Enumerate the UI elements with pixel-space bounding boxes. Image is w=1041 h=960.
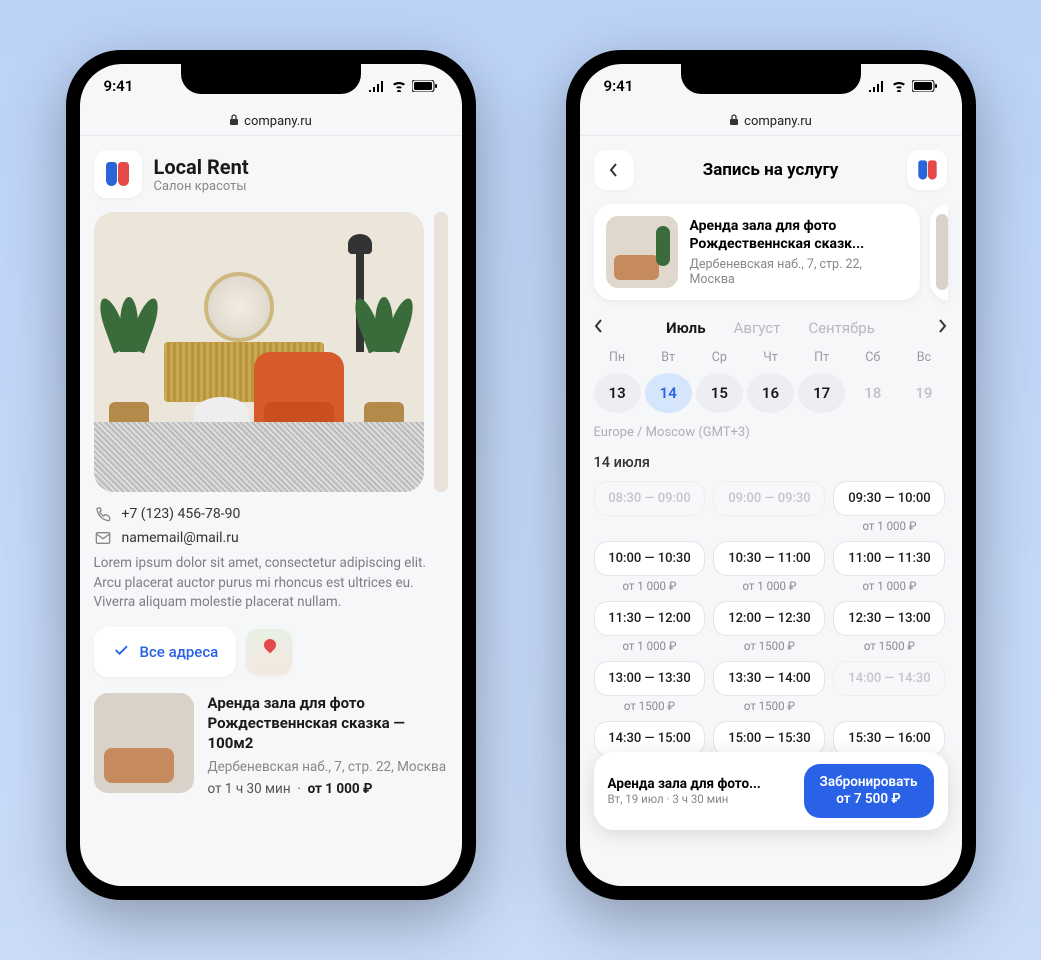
timeslot: 09:00 — 09:30	[713, 481, 825, 533]
timeslot[interactable]: 10:00 — 10:30от 1 000 ₽	[594, 541, 706, 593]
service-card-next[interactable]	[930, 204, 948, 300]
timeslot[interactable]: 14:30 — 15:00	[594, 721, 706, 756]
day-17[interactable]: 17	[798, 373, 845, 413]
company-header: Local Rent Салон красоты	[94, 150, 448, 198]
hero-image-next[interactable]	[434, 212, 448, 492]
month-2[interactable]: Сентябрь	[808, 319, 875, 337]
lock-icon	[229, 114, 239, 130]
listing-image	[94, 693, 194, 793]
service-card-image	[606, 216, 678, 288]
day-15[interactable]: 15	[696, 373, 743, 413]
timeslot[interactable]: 12:30 — 13:00от 1500 ₽	[833, 601, 945, 653]
listing-meta: от 1 ч 30 мин · от 1 000 ₽	[208, 781, 448, 797]
timeslot[interactable]: 10:30 — 11:00от 1 000 ₽	[713, 541, 825, 593]
booking-subtitle: Вт, 19 июл · 3 ч 30 мин	[608, 792, 761, 806]
map-thumbnail[interactable]	[246, 629, 292, 675]
email-row[interactable]: namemail@mail.ru	[94, 530, 448, 546]
timeslot[interactable]: 13:30 — 14:00от 1500 ₽	[713, 661, 825, 713]
phone-row[interactable]: +7 (123) 456-78-90	[94, 506, 448, 522]
status-icons	[368, 80, 438, 92]
timeslot[interactable]: 11:00 — 11:30от 1 000 ₽	[833, 541, 945, 593]
all-addresses-button[interactable]: Все адреса	[94, 627, 237, 677]
month-1[interactable]: Август	[734, 319, 781, 337]
selected-date-label: 14 июля	[594, 454, 948, 471]
status-icons	[868, 80, 938, 92]
day-14-selected[interactable]: 14	[645, 373, 692, 413]
day-13[interactable]: 13	[594, 373, 641, 413]
day-19-disabled: 19	[900, 373, 947, 413]
email-icon	[94, 530, 112, 546]
timeslot[interactable]: 15:00 — 15:30	[713, 721, 825, 756]
page-title: Запись на услугу	[703, 160, 839, 180]
status-time: 9:41	[104, 77, 134, 95]
calendar-dow: ПнВтСрЧтПтСбВс	[594, 350, 948, 365]
email-value: namemail@mail.ru	[122, 530, 239, 546]
lock-icon	[729, 114, 739, 130]
day-18-disabled: 18	[849, 373, 896, 413]
phone-icon	[94, 506, 112, 522]
browser-address-bar: company.ru	[580, 108, 962, 136]
browser-address-bar: company.ru	[80, 108, 462, 136]
timeslot[interactable]: 13:00 — 13:30от 1500 ₽	[594, 661, 706, 713]
all-addresses-label: Все адреса	[140, 643, 219, 661]
month-prev[interactable]	[594, 318, 604, 338]
status-bar: 9:41	[580, 64, 962, 108]
service-card-address: Дербеневская наб., 7, стр. 22, Москва	[690, 257, 908, 287]
booking-bar: Аренда зала для фото... Вт, 19 июл · 3 ч…	[594, 752, 948, 830]
logo-small	[907, 150, 947, 190]
timeslot[interactable]: 12:00 — 12:30от 1500 ₽	[713, 601, 825, 653]
timeslot: 08:30 — 09:00	[594, 481, 706, 533]
company-subtitle: Салон красоты	[154, 179, 249, 194]
service-card-title: Аренда зала для фото Рождественнская ска…	[690, 217, 908, 253]
status-time: 9:41	[604, 77, 634, 95]
timezone-label: Europe / Moscow (GMT+3)	[594, 425, 948, 440]
listing-address: Дербеневская наб., 7, стр. 22, Москва	[208, 759, 448, 775]
month-next[interactable]	[937, 318, 947, 338]
back-button[interactable]	[594, 150, 634, 190]
month-active[interactable]: Июль	[666, 319, 705, 337]
month-tabs[interactable]: Июль Август Сентябрь	[666, 319, 875, 337]
timeslot[interactable]: 15:30 — 16:00	[833, 721, 945, 756]
timeslot: 14:00 — 14:30	[833, 661, 945, 713]
listing-card[interactable]: Аренда зала для фото Рождественнская ска…	[94, 693, 448, 798]
browser-domain: company.ru	[244, 114, 312, 129]
company-description: Lorem ipsum dolor sit amet, consectetur …	[94, 554, 448, 613]
company-logo	[94, 150, 142, 198]
timeslot[interactable]: 09:30 — 10:00от 1 000 ₽	[833, 481, 945, 533]
status-bar: 9:41	[80, 64, 462, 108]
calendar-days: 13 14 15 16 17 18 19	[594, 373, 948, 413]
hero-image[interactable]	[94, 212, 424, 492]
check-icon	[112, 641, 130, 663]
day-16[interactable]: 16	[747, 373, 794, 413]
browser-domain: company.ru	[744, 114, 812, 129]
service-card[interactable]: Аренда зала для фото Рождественнская ска…	[594, 204, 920, 300]
phone-value: +7 (123) 456-78-90	[122, 506, 241, 522]
book-button[interactable]: Забронировать от 7 500 ₽	[804, 764, 934, 818]
company-title: Local Rent	[154, 155, 249, 179]
listing-title: Аренда зала для фото Рождественнская ска…	[208, 693, 448, 754]
timeslot[interactable]: 11:30 — 12:00от 1 000 ₽	[594, 601, 706, 653]
booking-title: Аренда зала для фото...	[608, 776, 761, 792]
